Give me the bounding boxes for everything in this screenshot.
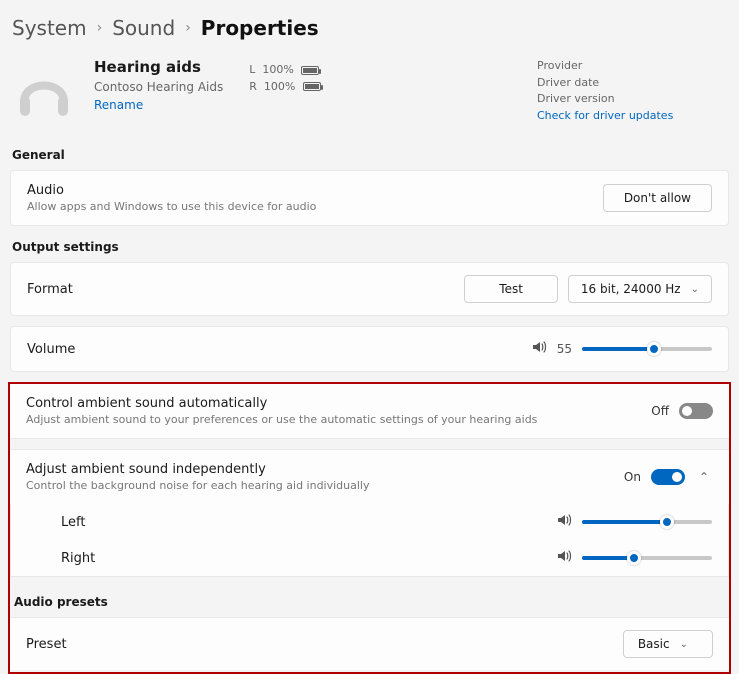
volume-card: Volume 55 (10, 326, 729, 372)
rename-link[interactable]: Rename (94, 98, 143, 112)
ambient-auto-toggle[interactable] (679, 403, 713, 419)
battery-icon (303, 82, 321, 91)
volume-label: Volume (27, 342, 75, 357)
format-label: Format (27, 282, 73, 297)
ambient-ind-label: Adjust ambient sound independently (26, 462, 370, 477)
left-channel-label: L (249, 63, 255, 76)
driver-version: Driver version (537, 91, 727, 108)
preset-select[interactable]: Basic ⌄ (623, 630, 713, 658)
ambient-left-slider[interactable] (582, 520, 712, 524)
speaker-icon[interactable] (531, 339, 547, 359)
ambient-right-label: Right (61, 551, 95, 566)
left-battery-pct: 100% (262, 63, 293, 76)
ambient-left-row: Left (10, 504, 729, 541)
dont-allow-button[interactable]: Don't allow (603, 184, 712, 212)
ambient-ind-sublabel: Control the background noise for each he… (26, 479, 370, 492)
ambient-auto-state: Off (651, 404, 669, 418)
device-name: Hearing aids (94, 58, 223, 76)
ambient-ind-card: Adjust ambient sound independently Contr… (10, 449, 729, 505)
section-general: General (0, 144, 739, 170)
chevron-down-icon: ⌄ (691, 284, 699, 295)
preset-value: Basic (638, 637, 670, 651)
check-driver-updates-link[interactable]: Check for driver updates (537, 108, 727, 125)
preset-label: Preset (26, 637, 67, 652)
chevron-right-icon: › (185, 20, 191, 36)
device-battery-levels: L 100% R 100% (249, 62, 321, 95)
chevron-up-icon[interactable]: ⌃ (695, 470, 713, 484)
device-info: Hearing aids Contoso Hearing Aids Rename… (94, 58, 537, 126)
speaker-icon[interactable] (556, 548, 572, 568)
section-output: Output settings (0, 236, 739, 262)
volume-value: 55 (557, 342, 572, 356)
format-card: Format Test 16 bit, 24000 Hz ⌄ (10, 262, 729, 316)
ambient-auto-card: Control ambient sound automatically Adju… (10, 384, 729, 439)
ambient-right-row: Right (10, 540, 729, 577)
breadcrumb-sound[interactable]: Sound (112, 16, 175, 40)
format-value: 16 bit, 24000 Hz (581, 282, 681, 296)
driver-provider: Provider (537, 58, 727, 75)
preset-card: Preset Basic ⌄ (10, 617, 729, 670)
driver-date: Driver date (537, 75, 727, 92)
volume-slider[interactable] (582, 347, 712, 351)
right-battery-pct: 100% (264, 80, 295, 93)
ambient-ind-state: On (624, 470, 641, 484)
audio-sublabel: Allow apps and Windows to use this devic… (27, 200, 316, 213)
chevron-right-icon: › (97, 20, 103, 36)
ambient-highlight-box: Control ambient sound automatically Adju… (8, 382, 731, 674)
ambient-auto-sublabel: Adjust ambient sound to your preferences… (26, 413, 537, 426)
device-manufacturer: Contoso Hearing Aids (94, 80, 223, 94)
battery-icon (301, 66, 319, 75)
audio-label: Audio (27, 183, 316, 198)
speaker-icon[interactable] (556, 512, 572, 532)
ambient-auto-label: Control ambient sound automatically (26, 396, 537, 411)
device-header: Hearing aids Contoso Hearing Aids Rename… (0, 48, 739, 144)
audio-card: Audio Allow apps and Windows to use this… (10, 170, 729, 226)
ambient-ind-toggle[interactable] (651, 469, 685, 485)
breadcrumb-system[interactable]: System (12, 16, 87, 40)
ambient-left-label: Left (61, 515, 85, 530)
driver-info: Provider Driver date Driver version Chec… (537, 58, 727, 126)
breadcrumb: System › Sound › Properties (0, 0, 739, 48)
headphones-icon (12, 62, 76, 126)
section-presets: Audio presets (10, 591, 729, 617)
chevron-down-icon: ⌄ (680, 639, 688, 650)
format-select[interactable]: 16 bit, 24000 Hz ⌄ (568, 275, 712, 303)
ambient-right-slider[interactable] (582, 556, 712, 560)
right-channel-label: R (249, 80, 257, 93)
breadcrumb-properties: Properties (201, 16, 319, 40)
test-button[interactable]: Test (464, 275, 558, 303)
